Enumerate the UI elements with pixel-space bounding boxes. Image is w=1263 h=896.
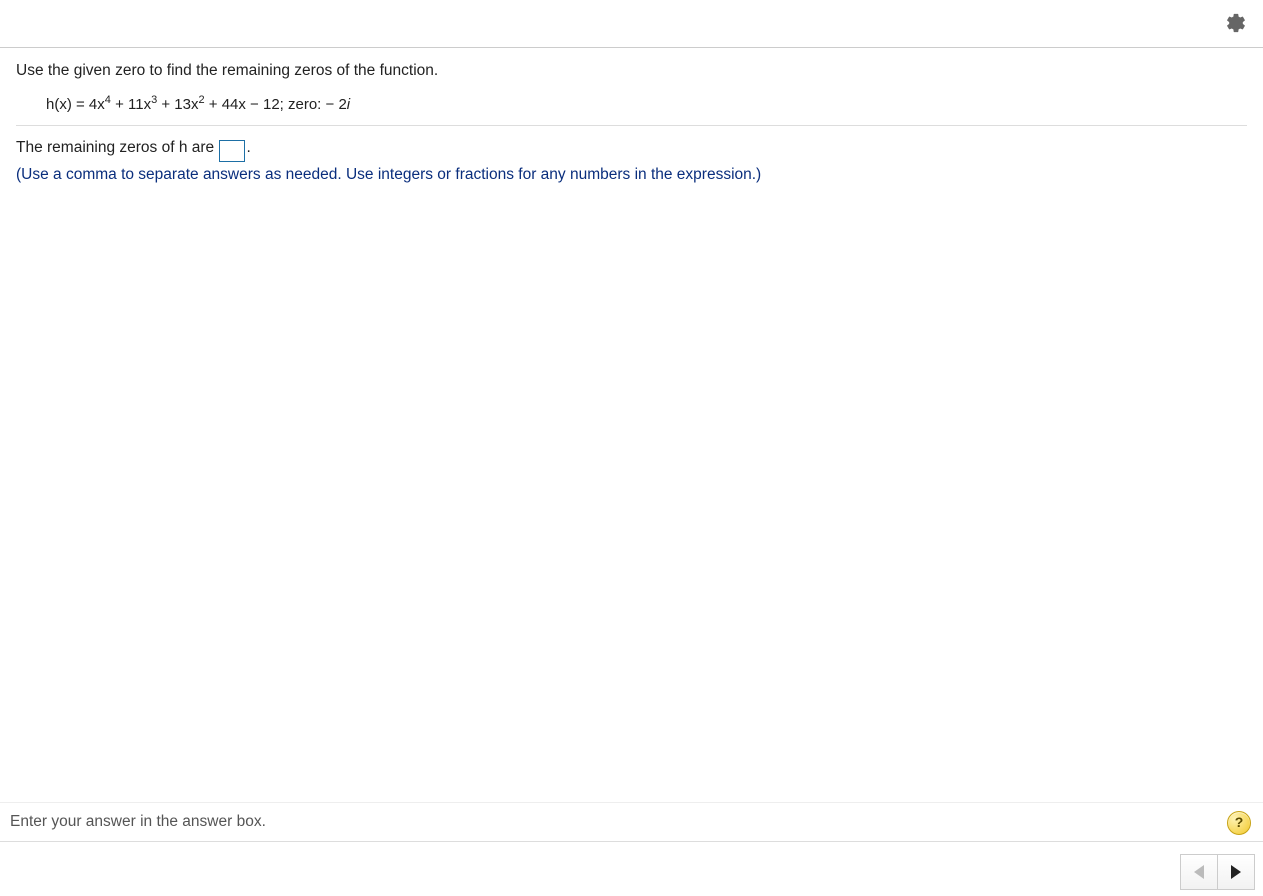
chevron-left-icon [1194,865,1204,879]
help-icon[interactable]: ? [1227,811,1251,835]
nav-button-group [1180,854,1255,890]
prev-button[interactable] [1180,854,1218,890]
gear-icon[interactable] [1225,12,1247,34]
eq-part: + 13x [157,96,198,113]
top-toolbar [0,0,1263,48]
eq-part: + 11x [111,96,151,113]
imaginary-i: i [347,96,350,113]
eq-part: h(x) = 4x [46,96,105,113]
eq-part: + 44x − 12; zero: − 2 [205,96,347,113]
answer-lead: The remaining zeros of h are [16,139,218,156]
answer-trail: . [246,139,250,156]
answer-input[interactable] [219,140,245,162]
section-divider [16,125,1247,126]
question-area: Use the given zero to find the remaining… [0,48,1263,184]
equation: h(x) = 4x4 + 11x3 + 13x2 + 44x − 12; zer… [46,94,1247,113]
footer-instruction-bar: Enter your answer in the answer box. ? [0,802,1263,842]
chevron-right-icon [1231,865,1241,879]
answer-sentence: The remaining zeros of h are . [16,136,1247,162]
next-button[interactable] [1217,854,1255,890]
footer-instruction-text: Enter your answer in the answer box. [10,813,266,830]
question-prompt: Use the given zero to find the remaining… [16,62,1247,80]
answer-hint: (Use a comma to separate answers as need… [16,166,1247,184]
